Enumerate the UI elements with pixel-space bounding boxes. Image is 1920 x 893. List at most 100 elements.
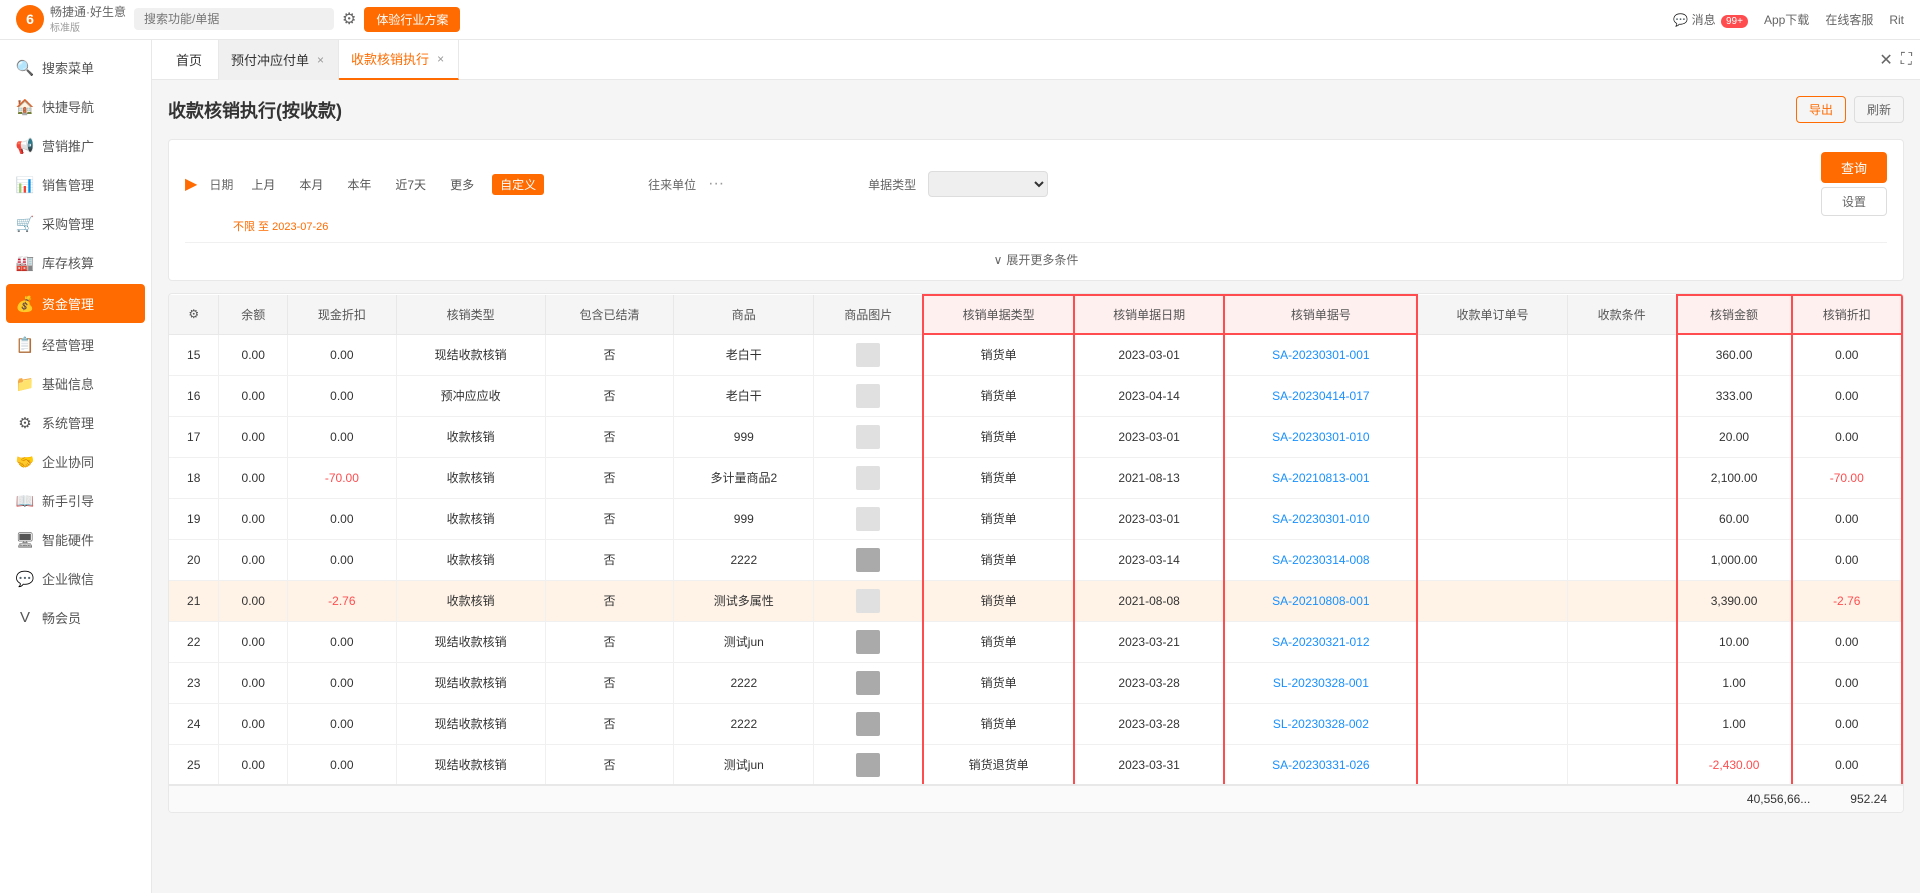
cell-verify-bill-no[interactable]: SA-20230301-001: [1224, 334, 1417, 375]
message-item[interactable]: 💬 消息 99+: [1673, 11, 1748, 28]
filter-last-month[interactable]: 上月: [245, 174, 281, 195]
tab-home[interactable]: 首页: [160, 40, 219, 80]
sidebar-label-system: 系统管理: [42, 413, 94, 432]
cell-verify-bill-no[interactable]: SA-20230414-017: [1224, 375, 1417, 416]
expand-icon[interactable]: ▶: [185, 174, 197, 194]
verify-bill-no-link[interactable]: SA-20210813-001: [1272, 471, 1369, 485]
cell-product-image: [814, 457, 924, 498]
sidebar-item-base[interactable]: 📁 基础信息: [0, 364, 151, 403]
cell-receipt-order-no: [1417, 416, 1567, 457]
cell-verify-bill-no[interactable]: SA-20230321-012: [1224, 621, 1417, 662]
filter-this-year[interactable]: 本年: [341, 174, 377, 195]
page-title-actions: 导出 刷新: [1796, 96, 1904, 123]
verify-bill-no-link[interactable]: SA-20230321-012: [1272, 635, 1369, 649]
cell-verify-bill-type: 销货单: [923, 621, 1074, 662]
sidebar-item-hardware[interactable]: 🖥 智能硬件: [0, 520, 151, 559]
bill-type-select[interactable]: [928, 171, 1048, 197]
industry-solution-button[interactable]: 体验行业方案: [364, 7, 460, 32]
cell-verify-type: 收款核销: [396, 416, 545, 457]
export-button[interactable]: 导出: [1796, 96, 1846, 123]
sidebar-item-member[interactable]: V 畅会员: [0, 598, 151, 637]
table-row: 17 0.00 0.00 收款核销 否 999 销货单 2023-03-01 S…: [169, 416, 1902, 457]
verify-bill-no-link[interactable]: SL-20230328-001: [1273, 676, 1369, 690]
logo-name: 畅捷通·好生意: [50, 5, 126, 19]
top-bar-left: 6 畅捷通·好生意 标准版 ⚙ 体验行业方案: [16, 5, 460, 34]
cell-product: 老白干: [674, 375, 814, 416]
online-service-link[interactable]: 在线客服: [1825, 11, 1873, 28]
filter-settings-button[interactable]: 设置: [1821, 187, 1887, 216]
product-image: [856, 712, 880, 736]
sidebar-item-sales[interactable]: 📊 销售管理: [0, 165, 151, 204]
sidebar-label-purchase: 采购管理: [42, 214, 94, 233]
cell-verify-bill-no[interactable]: SL-20230328-002: [1224, 703, 1417, 744]
query-button[interactable]: 查询: [1821, 152, 1887, 183]
cell-receipt-order-no: [1417, 498, 1567, 539]
footer-total-amount: 40,556,66...: [1747, 792, 1810, 806]
sidebar-item-system[interactable]: ⚙ 系统管理: [0, 403, 151, 442]
sidebar-label-member: 畅会员: [42, 608, 81, 627]
cell-verify-bill-no[interactable]: SA-20210813-001: [1224, 457, 1417, 498]
refresh-button[interactable]: 刷新: [1854, 96, 1904, 123]
sidebar-item-purchase[interactable]: 🛒 采购管理: [0, 204, 151, 243]
verify-bill-no-link[interactable]: SA-20230301-001: [1272, 348, 1369, 362]
cell-verify-bill-no[interactable]: SA-20230301-010: [1224, 416, 1417, 457]
filter-more-date[interactable]: 更多: [444, 174, 480, 195]
cell-id: 18: [169, 457, 219, 498]
verify-bill-no-link[interactable]: SA-20210808-001: [1272, 594, 1369, 608]
col-header-gear: ⚙: [169, 295, 219, 334]
tab-expand-button[interactable]: ⛶: [1901, 50, 1912, 70]
tab-bar: 首页 预付冲应付单 × 收款核销执行 × ✕ ⛶: [152, 40, 1920, 80]
verify-bill-no-link[interactable]: SA-20230414-017: [1272, 389, 1369, 403]
sidebar-item-marketing[interactable]: 📢 营销推广: [0, 126, 151, 165]
cell-include-settled: 否: [545, 621, 674, 662]
cell-verify-bill-no[interactable]: SL-20230328-001: [1224, 662, 1417, 703]
app-download-link[interactable]: App下载: [1764, 11, 1809, 28]
cell-verify-bill-type: 销货单: [923, 539, 1074, 580]
verify-bill-no-link[interactable]: SA-20230331-026: [1272, 758, 1369, 772]
tab-receipt-close[interactable]: ×: [435, 50, 446, 68]
partner-input[interactable]: ···: [708, 175, 724, 193]
tab-prepay-close[interactable]: ×: [315, 51, 326, 69]
tab-prepay[interactable]: 预付冲应付单 ×: [219, 40, 339, 80]
cell-verify-bill-date: 2021-08-08: [1074, 580, 1225, 621]
sidebar-label-guide: 新手引导: [42, 491, 94, 510]
cell-verify-amount: 1,000.00: [1677, 539, 1792, 580]
cell-verify-bill-no[interactable]: SA-20210808-001: [1224, 580, 1417, 621]
sidebar-item-finance[interactable]: 💰 资金管理: [6, 284, 145, 323]
sidebar-item-wechat[interactable]: 💬 企业微信: [0, 559, 151, 598]
sidebar-item-search[interactable]: 🔍 搜索菜单: [0, 48, 151, 87]
user-name[interactable]: Rit: [1889, 13, 1904, 27]
cell-verify-bill-no[interactable]: SA-20230301-010: [1224, 498, 1417, 539]
settings-icon[interactable]: ⚙: [342, 9, 356, 29]
verify-bill-no-link[interactable]: SA-20230301-010: [1272, 512, 1369, 526]
guide-icon: 📖: [16, 492, 34, 510]
table-wrapper[interactable]: ⚙ 余额 现金折扣 核销类型 包含已结清 商品 商品图片 核销单据类型 核销单据…: [169, 294, 1903, 784]
expand-more-conditions[interactable]: ∨ 展开更多条件: [185, 242, 1887, 268]
filter-7days[interactable]: 近7天: [389, 174, 432, 195]
member-icon: V: [16, 609, 34, 627]
sidebar-item-nav[interactable]: 🏠 快捷导航: [0, 87, 151, 126]
cell-include-settled: 否: [545, 416, 674, 457]
top-bar: 6 畅捷通·好生意 标准版 ⚙ 体验行业方案 💬 消息 99+ App下载 在线…: [0, 0, 1920, 40]
search-icon: 🔍: [16, 59, 34, 77]
tab-close-window-button[interactable]: ✕: [1879, 50, 1892, 70]
data-table: ⚙ 余额 现金折扣 核销类型 包含已结清 商品 商品图片 核销单据类型 核销单据…: [169, 294, 1903, 784]
cell-verify-bill-type: 销货单: [923, 703, 1074, 744]
verify-bill-no-link[interactable]: SA-20230301-010: [1272, 430, 1369, 444]
sidebar-item-collab[interactable]: 🤝 企业协同: [0, 442, 151, 481]
tab-receipt[interactable]: 收款核销执行 ×: [339, 40, 459, 80]
cell-receipt-condition: [1567, 498, 1677, 539]
verify-bill-no-link[interactable]: SL-20230328-002: [1273, 717, 1369, 731]
top-search-input[interactable]: [134, 8, 334, 30]
cell-verify-bill-no[interactable]: SA-20230331-026: [1224, 744, 1417, 784]
filter-this-month[interactable]: 本月: [293, 174, 329, 195]
verify-bill-no-link[interactable]: SA-20230314-008: [1272, 553, 1369, 567]
cell-receipt-condition: [1567, 703, 1677, 744]
cell-verify-bill-no[interactable]: SA-20230314-008: [1224, 539, 1417, 580]
sidebar-item-operations[interactable]: 📋 经营管理: [0, 325, 151, 364]
table-row: 15 0.00 0.00 现结收款核销 否 老白干 销货单 2023-03-01…: [169, 334, 1902, 375]
content-area: 首页 预付冲应付单 × 收款核销执行 × ✕ ⛶ 收款核销执行(按收款) 导出: [152, 40, 1920, 893]
filter-custom-button[interactable]: 自定义: [492, 174, 544, 195]
sidebar-item-guide[interactable]: 📖 新手引导: [0, 481, 151, 520]
sidebar-item-inventory[interactable]: 🏭 库存核算: [0, 243, 151, 282]
